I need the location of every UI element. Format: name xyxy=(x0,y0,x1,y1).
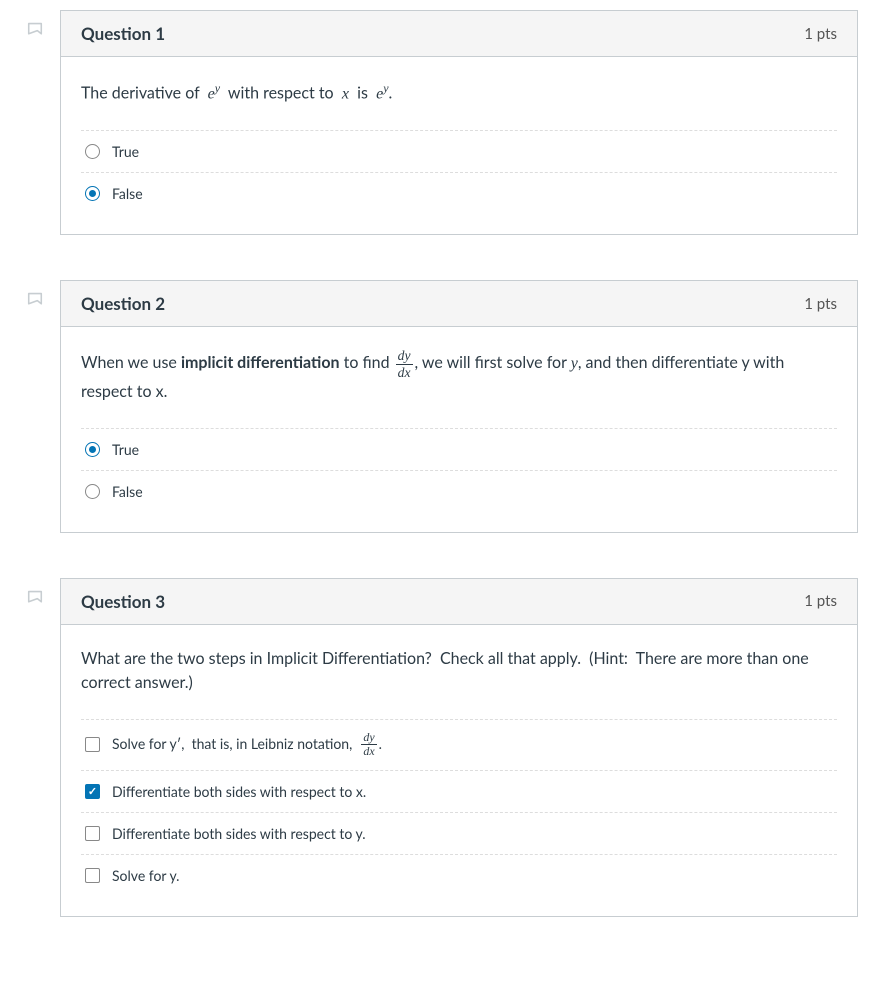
radio-input[interactable] xyxy=(85,186,100,201)
answer-label: True xyxy=(112,441,139,458)
answer-row[interactable]: Differentiate both sides with respect to… xyxy=(81,813,837,855)
answer-row[interactable]: True xyxy=(81,429,837,471)
checkbox-input[interactable] xyxy=(85,784,100,799)
question-body: When we use implicit differentiation to … xyxy=(61,327,857,531)
question-block: Question 3 1 pts What are the two steps in… xyxy=(10,578,858,918)
flag-outline-icon xyxy=(25,22,45,44)
question-number: Question 3 xyxy=(81,591,165,612)
answer-row[interactable]: Solve for y′, that is, in Leibniz notati… xyxy=(81,720,837,772)
checkbox-input[interactable] xyxy=(85,868,100,883)
answer-row[interactable]: False xyxy=(81,471,837,512)
question-number: Question 1 xyxy=(81,23,165,44)
question-prompt: What are the two steps in Implicit Diffe… xyxy=(81,647,837,695)
question-block: Question 1 1 pts The derivative of ey with… xyxy=(10,10,858,235)
question-points: 1 pts xyxy=(804,295,837,313)
question-flag-gutter[interactable] xyxy=(10,10,60,235)
radio-input[interactable] xyxy=(85,442,100,457)
radio-input[interactable] xyxy=(85,484,100,499)
flag-outline-icon xyxy=(25,292,45,314)
question-header: Question 3 1 pts xyxy=(61,579,857,625)
question-card: Question 2 1 pts When we use implicit diff… xyxy=(60,280,858,532)
answer-row[interactable]: Differentiate both sides with respect to… xyxy=(81,771,837,813)
radio-input[interactable] xyxy=(85,144,100,159)
question-prompt: When we use implicit differentiation to … xyxy=(81,349,837,403)
question-points: 1 pts xyxy=(804,25,837,43)
checkbox-input[interactable] xyxy=(85,737,100,752)
answers-list: True False xyxy=(81,428,837,512)
answer-label: Solve for y. xyxy=(112,867,179,884)
answer-row[interactable]: True xyxy=(81,131,837,173)
question-flag-gutter[interactable] xyxy=(10,280,60,532)
question-header: Question 1 1 pts xyxy=(61,11,857,57)
question-header: Question 2 1 pts xyxy=(61,281,857,327)
question-block: Question 2 1 pts When we use implicit diff… xyxy=(10,280,858,532)
question-body: The derivative of ey with respect to x i… xyxy=(61,57,857,234)
answers-list: Solve for y′, that is, in Leibniz notati… xyxy=(81,719,837,897)
question-prompt: The derivative of ey with respect to x i… xyxy=(81,79,837,106)
answer-label: Solve for y′, that is, in Leibniz notati… xyxy=(112,732,382,759)
question-card: Question 1 1 pts The derivative of ey with… xyxy=(60,10,858,235)
answer-label: False xyxy=(112,483,143,500)
answers-list: True False xyxy=(81,130,837,214)
checkbox-input[interactable] xyxy=(85,826,100,841)
question-card: Question 3 1 pts What are the two steps in… xyxy=(60,578,858,918)
question-number: Question 2 xyxy=(81,293,165,314)
answer-row[interactable]: False xyxy=(81,173,837,214)
answer-label: True xyxy=(112,143,139,160)
question-points: 1 pts xyxy=(804,592,837,610)
answer-label: Differentiate both sides with respect to… xyxy=(112,783,366,800)
flag-outline-icon xyxy=(25,590,45,612)
question-flag-gutter[interactable] xyxy=(10,578,60,918)
question-body: What are the two steps in Implicit Diffe… xyxy=(61,625,857,917)
answer-row[interactable]: Solve for y. xyxy=(81,855,837,896)
answer-label: Differentiate both sides with respect to… xyxy=(112,825,366,842)
answer-label: False xyxy=(112,185,143,202)
